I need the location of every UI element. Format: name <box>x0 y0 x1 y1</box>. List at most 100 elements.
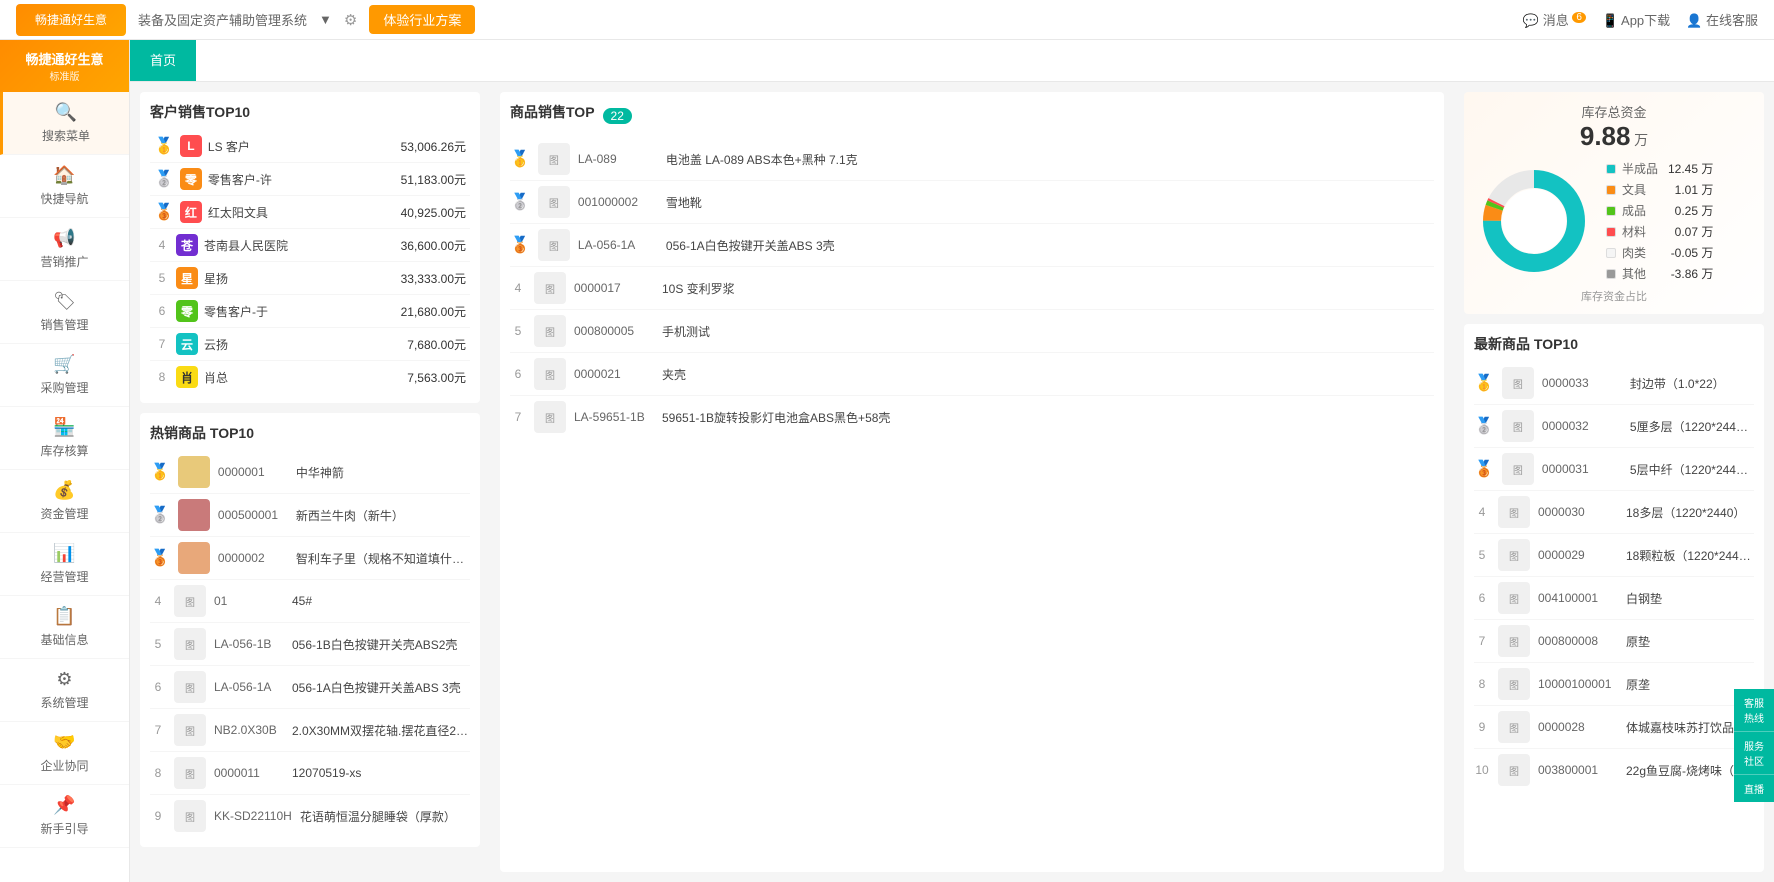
product-sales-item: 🥇 图 LA-089 电池盖 LA-089 ABS本色+黑种 7.1克 <box>510 138 1434 181</box>
dropdown-icon[interactable]: ▼ <box>319 12 332 27</box>
sidebar-label-marketing: 营销推广 <box>40 253 88 270</box>
trial-button[interactable]: 体验行业方案 <box>369 5 475 34</box>
product-thumbnail: 图 <box>534 272 566 304</box>
sidebar-item-finance[interactable]: 💰 资金管理 <box>0 470 129 533</box>
tab-home[interactable]: 首页 <box>130 40 196 81</box>
product-code: 10000100001 <box>1538 677 1618 691</box>
sidebar-item-guide[interactable]: 📌 新手引导 <box>0 785 129 848</box>
hot-product-item: 🥉 0000002 智利车子里（规格不知道填什么） <box>150 537 470 580</box>
product-thumbnail: 图 <box>1498 625 1530 657</box>
product-code: 000800008 <box>1538 634 1618 648</box>
sidebar-item-coop[interactable]: 🤝 企业协同 <box>0 722 129 785</box>
hot-product-item: 5 图 LA-056-1B 056-1B白色按键开关壳ABS2壳 <box>150 623 470 666</box>
hot-products-list: 🥇 0000001 中华神箭 🥈 000500001 新西兰牛肉（新牛） 🥉 0… <box>150 451 470 837</box>
hot-product-item: 6 图 LA-056-1A 056-1A白色按键开关盖ABS 3壳 <box>150 666 470 709</box>
product-code: 0000030 <box>1538 505 1618 519</box>
product-code: 0000032 <box>1542 419 1622 433</box>
sidebar-label-purchase: 采购管理 <box>40 379 88 396</box>
new-product-item: 7 图 000800008 原垫 <box>1474 620 1754 663</box>
float-live[interactable]: 直播 <box>1734 775 1774 802</box>
customer-amount: 21,680.00元 <box>401 303 466 320</box>
legend-value: 12.45 万 <box>1668 160 1713 177</box>
right-column: 库存总资金 9.88 万 <box>1454 82 1774 882</box>
inventory-chart-area: 半成品 12.45 万 文具 1.01 万 成品 0.25 万 材料 0.07 … <box>1474 160 1754 282</box>
product-thumbnail: 图 <box>174 714 206 746</box>
product-thumbnail: 图 <box>538 229 570 261</box>
sidebar-item-inventory[interactable]: 🏪 库存核算 <box>0 407 129 470</box>
product-thumbnail <box>178 456 210 488</box>
sidebar-item-sales[interactable]: 🏷 销售管理 <box>0 281 129 344</box>
customer-ranking-list: 🥇 L LS 客户 53,006.26元 🥈 零 零售客户-许 51,183.0… <box>150 130 470 393</box>
product-name: 新西兰牛肉（新牛） <box>296 507 470 524</box>
sidebar-item-search[interactable]: 🔍 搜索菜单 <box>0 92 129 155</box>
product-code: KK-SD22110H <box>214 809 292 823</box>
legend-value: -0.05 万 <box>1671 244 1714 261</box>
sidebar-item-operations[interactable]: 📊 经营管理 <box>0 533 129 596</box>
sidebar-label-basics: 基础信息 <box>40 631 88 648</box>
customer-badge: 红 <box>180 201 202 223</box>
inventory-icon: 🏪 <box>53 417 75 438</box>
customer-rank-row: 6 零 零售客户-于 21,680.00元 <box>150 295 470 328</box>
customer-ranking-title: 客户销售TOP10 <box>150 102 470 122</box>
product-name: 智利车子里（规格不知道填什么） <box>296 550 470 567</box>
inventory-legend: 半成品 12.45 万 文具 1.01 万 成品 0.25 万 材料 0.07 … <box>1606 160 1713 282</box>
operations-icon: 📊 <box>53 543 75 564</box>
rank-number: 8 <box>150 766 166 780</box>
main-layout: 畅捷通好生意 标准版 🔍 搜索菜单 🏠 快捷导航 📢 营销推广 🏷 销售管理 🛒… <box>0 40 1774 882</box>
online-service-btn[interactable]: 👤 在线客服 <box>1686 10 1758 29</box>
new-product-item: 6 图 004100001 白钢垫 <box>1474 577 1754 620</box>
new-products-title: 最新商品 TOP10 <box>1474 334 1754 354</box>
legend-label: 半成品 <box>1622 160 1662 177</box>
float-customer-service[interactable]: 客服 热线 <box>1734 689 1774 732</box>
donut-chart <box>1474 161 1594 281</box>
product-code: 0000021 <box>574 367 654 381</box>
rank-number: 6 <box>150 680 166 694</box>
new-product-item: 🥈 图 0000032 5厘多层（1220*2440） <box>1474 405 1754 448</box>
product-code: 000500001 <box>218 508 288 522</box>
customer-amount: 53,006.26元 <box>401 138 466 155</box>
message-btn[interactable]: 💬 消息 6 <box>1523 10 1586 29</box>
sidebar-item-basics[interactable]: 📋 基础信息 <box>0 596 129 659</box>
rank-number: 7 <box>510 410 526 424</box>
product-name: 12070519-xs <box>292 766 470 780</box>
product-code: 01 <box>214 594 284 608</box>
inventory-fund-card: 库存总资金 9.88 万 <box>1464 92 1764 314</box>
medal-icon: 🥈 <box>1474 416 1494 436</box>
gear-icon[interactable]: ⚙ <box>344 11 357 29</box>
product-code: 003800001 <box>1538 763 1618 777</box>
new-product-item: 8 图 10000100001 原垄 <box>1474 663 1754 706</box>
app-download-btn[interactable]: 📱 App下载 <box>1602 10 1670 29</box>
hot-product-item: 🥇 0000001 中华神箭 <box>150 451 470 494</box>
product-code: 0000033 <box>1542 376 1622 390</box>
customer-name: 红太阳文具 <box>208 204 395 221</box>
sidebar-label-system: 系统管理 <box>40 694 88 711</box>
product-sales-item: 6 图 0000021 夹壳 <box>510 353 1434 396</box>
rank-number: 8 <box>154 370 170 384</box>
legend-label: 其他 <box>1622 265 1662 282</box>
product-thumbnail: 图 <box>1502 410 1534 442</box>
product-thumbnail: 图 <box>1498 668 1530 700</box>
sidebar-item-marketing[interactable]: 📢 营销推广 <box>0 218 129 281</box>
product-name: 45# <box>292 594 470 608</box>
rank-number: 4 <box>1474 505 1490 519</box>
product-thumbnail <box>178 542 210 574</box>
legend-label: 成品 <box>1622 202 1662 219</box>
sidebar-item-system[interactable]: ⚙ 系统管理 <box>0 659 129 722</box>
product-name: 花语萌恒温分腿睡袋（厚款） <box>300 808 470 825</box>
product-thumbnail: 图 <box>534 315 566 347</box>
legend-dot <box>1606 269 1616 279</box>
float-community[interactable]: 服务 社区 <box>1734 732 1774 775</box>
medal-icon: 🥈 <box>154 169 174 189</box>
rank-number: 4 <box>510 281 526 295</box>
product-name: 056-1A白色按键开关盖ABS 3壳 <box>666 237 1434 254</box>
sidebar-item-purchase[interactable]: 🛒 采购管理 <box>0 344 129 407</box>
hot-products-card: 热销商品 TOP10 🥇 0000001 中华神箭 🥈 000500001 新西… <box>140 413 480 847</box>
sidebar-item-quick-nav[interactable]: 🏠 快捷导航 <box>0 155 129 218</box>
product-name: 5层中纤（1220*2440） <box>1630 461 1754 478</box>
product-sales-item: 🥈 图 001000002 雪地靴 <box>510 181 1434 224</box>
product-sales-item: 5 图 000800005 手机测试 <box>510 310 1434 353</box>
customer-amount: 40,925.00元 <box>401 204 466 221</box>
customer-rank-row: 8 肖 肖总 7,563.00元 <box>150 361 470 393</box>
product-thumbnail: 图 <box>1498 711 1530 743</box>
product-code: 0000002 <box>218 551 288 565</box>
